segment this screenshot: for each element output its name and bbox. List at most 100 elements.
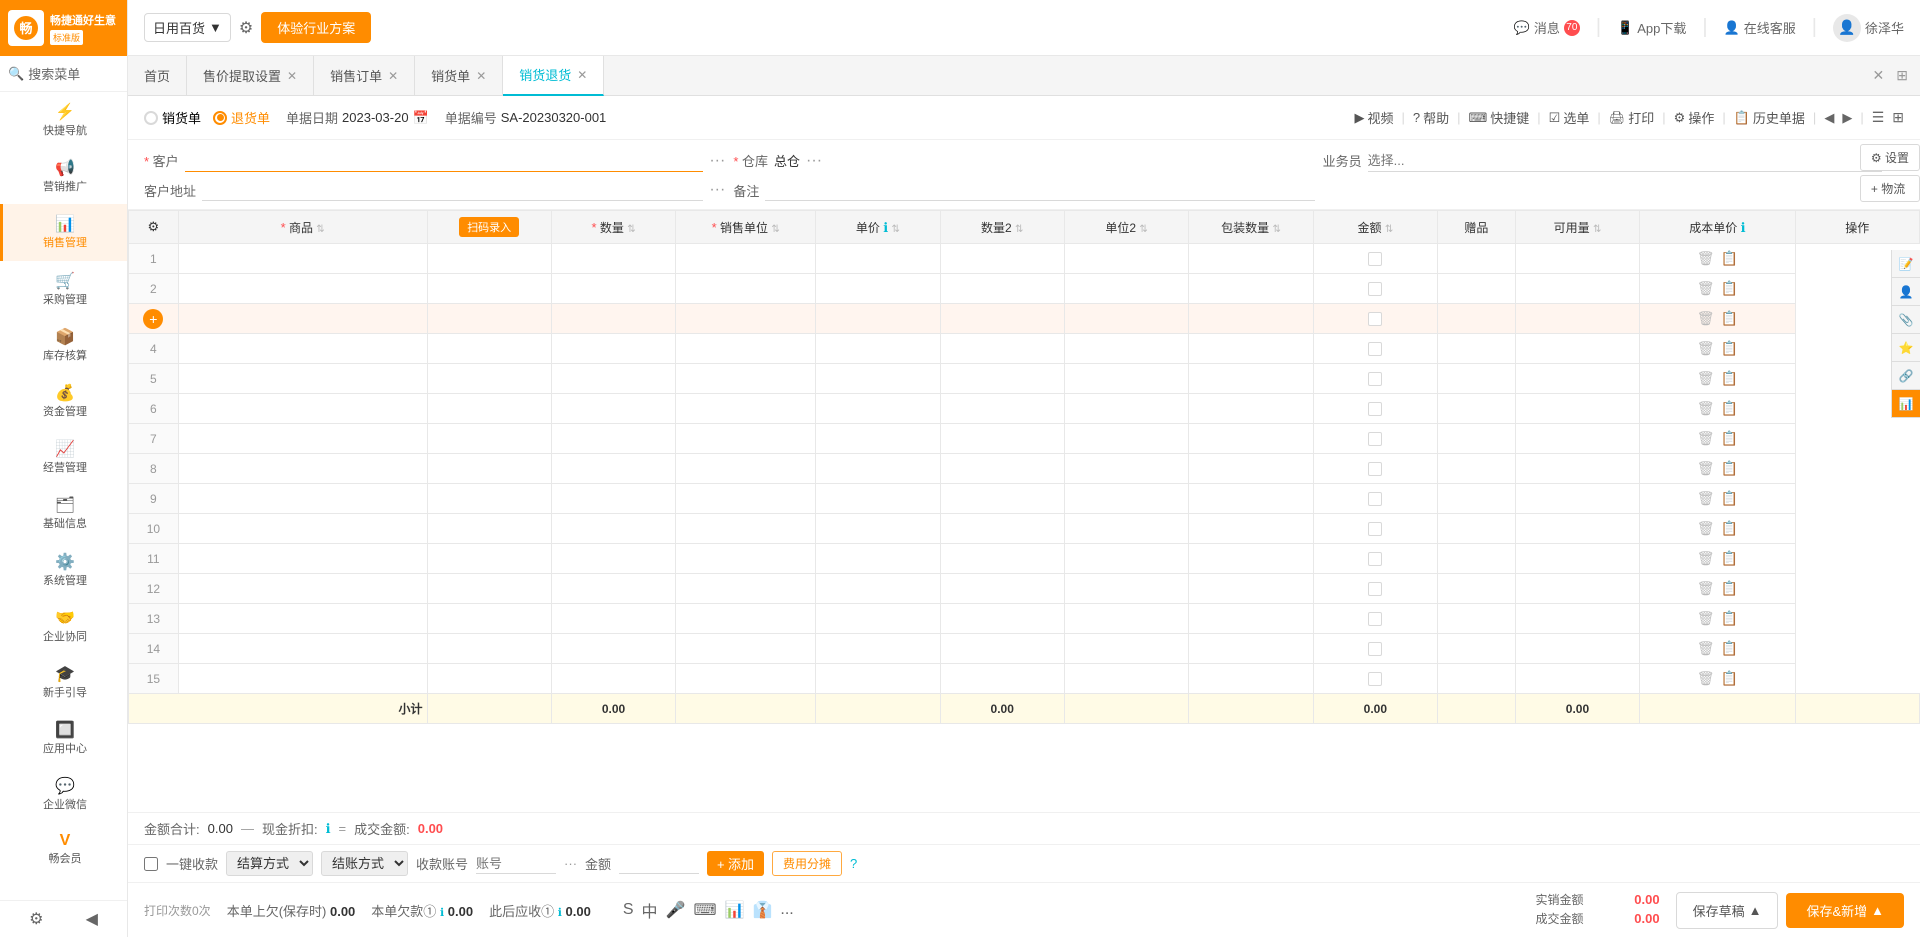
tab-sales-return[interactable]: 销货退货 ✕ bbox=[503, 56, 604, 96]
available-sort-icon[interactable]: ⇅ bbox=[1593, 224, 1601, 235]
copy-icon-1[interactable]: 📋 bbox=[1721, 250, 1738, 267]
side-panel-item-5[interactable]: 🔗 bbox=[1892, 362, 1920, 390]
industry-select[interactable]: 日用百货 ▼ bbox=[144, 13, 231, 42]
tab-layout-icon[interactable]: ⊞ bbox=[1892, 65, 1912, 86]
tool2-icon[interactable]: 🎤 bbox=[666, 900, 686, 920]
sidebar-item-basic[interactable]: 🗂 基础信息 bbox=[0, 485, 127, 541]
unit-price-cell-6[interactable] bbox=[676, 394, 816, 424]
copy-icon-4[interactable]: 📋 bbox=[1721, 340, 1738, 357]
amount-cell-9[interactable] bbox=[1189, 484, 1313, 514]
toolbar-help[interactable]: ? 帮助 bbox=[1413, 108, 1449, 127]
cost-price-cell-11[interactable] bbox=[1515, 544, 1639, 574]
cost-price-cell-2[interactable] bbox=[1515, 274, 1639, 304]
amount-cell-4[interactable] bbox=[1189, 334, 1313, 364]
unit2-cell-13[interactable] bbox=[940, 604, 1064, 634]
gift-checkbox-3[interactable] bbox=[1368, 312, 1382, 326]
qty2-cell-1[interactable] bbox=[816, 244, 940, 274]
qty2-cell-3[interactable] bbox=[816, 304, 940, 334]
discount-info-icon[interactable]: ℹ bbox=[326, 821, 331, 837]
gift-cell-4[interactable] bbox=[1313, 334, 1437, 364]
product-sort-icon[interactable]: ⇅ bbox=[316, 224, 324, 235]
sidebar-item-operations[interactable]: 📈 经营管理 bbox=[0, 429, 127, 485]
gift-checkbox-6[interactable] bbox=[1368, 402, 1382, 416]
column-settings-icon[interactable]: ⚙ bbox=[148, 219, 160, 234]
unit-price-cell-11[interactable] bbox=[676, 544, 816, 574]
product-cell-15[interactable] bbox=[178, 664, 427, 694]
gift-cell-2[interactable] bbox=[1313, 274, 1437, 304]
delete-icon-11[interactable]: 🗑 bbox=[1697, 550, 1715, 567]
qty2-sort-icon[interactable]: ⇅ bbox=[1015, 224, 1023, 235]
product-cell-2[interactable] bbox=[178, 274, 427, 304]
unit-price-cell-12[interactable] bbox=[676, 574, 816, 604]
unit2-cell-1[interactable] bbox=[940, 244, 1064, 274]
sidebar-item-apps[interactable]: 🔲 应用中心 bbox=[0, 710, 127, 766]
cost-info-icon[interactable]: ℹ bbox=[1741, 220, 1746, 235]
unit-price-cell-5[interactable] bbox=[676, 364, 816, 394]
amount-cell-8[interactable] bbox=[1189, 454, 1313, 484]
available-cell-4[interactable] bbox=[1438, 334, 1516, 364]
delete-icon-5[interactable]: 🗑 bbox=[1697, 370, 1715, 387]
side-panel-item-2[interactable]: 👤 bbox=[1892, 278, 1920, 306]
qty2-cell-12[interactable] bbox=[816, 574, 940, 604]
qty2-cell-8[interactable] bbox=[816, 454, 940, 484]
qty2-cell-11[interactable] bbox=[816, 544, 940, 574]
copy-icon-6[interactable]: 📋 bbox=[1721, 400, 1738, 417]
product-cell-9[interactable] bbox=[178, 484, 427, 514]
available-cell-12[interactable] bbox=[1438, 574, 1516, 604]
cost-price-cell-8[interactable] bbox=[1515, 454, 1639, 484]
price-sort-icon[interactable]: ⇅ bbox=[891, 224, 899, 235]
user-profile[interactable]: 👤 徐泽华 bbox=[1833, 14, 1904, 42]
amount-cell-12[interactable] bbox=[1189, 574, 1313, 604]
gift-checkbox-10[interactable] bbox=[1368, 522, 1382, 536]
sales-unit-cell-2[interactable] bbox=[551, 274, 675, 304]
copy-icon-12[interactable]: 📋 bbox=[1721, 580, 1738, 597]
settings-btn[interactable]: ⚙ 设置 bbox=[1860, 144, 1920, 171]
qty-cell-6[interactable] bbox=[427, 394, 551, 424]
amount-cell-14[interactable] bbox=[1189, 634, 1313, 664]
pack-qty-cell-1[interactable] bbox=[1064, 244, 1188, 274]
gift-cell-12[interactable] bbox=[1313, 574, 1437, 604]
delete-icon-14[interactable]: 🗑 bbox=[1697, 640, 1715, 657]
radio-delivery[interactable]: 销货单 bbox=[144, 108, 201, 127]
product-cell-13[interactable] bbox=[178, 604, 427, 634]
sidebar-item-enterprise[interactable]: 🤝 企业协同 bbox=[0, 598, 127, 654]
copy-icon-8[interactable]: 📋 bbox=[1721, 460, 1738, 477]
qty2-cell-13[interactable] bbox=[816, 604, 940, 634]
available-cell-11[interactable] bbox=[1438, 544, 1516, 574]
product-cell-11[interactable] bbox=[178, 544, 427, 574]
sidebar-search[interactable]: 🔍 搜索菜单 bbox=[0, 56, 127, 92]
unit-price-cell-15[interactable] bbox=[676, 664, 816, 694]
unit-price-cell-10[interactable] bbox=[676, 514, 816, 544]
qty2-cell-9[interactable] bbox=[816, 484, 940, 514]
qty-cell-4[interactable] bbox=[427, 334, 551, 364]
gift-checkbox-5[interactable] bbox=[1368, 372, 1382, 386]
amount-cell-2[interactable] bbox=[1189, 274, 1313, 304]
delete-icon-13[interactable]: 🗑 bbox=[1697, 610, 1715, 627]
address-picker-icon[interactable]: ··· bbox=[709, 181, 725, 199]
add-row-btn[interactable]: + bbox=[143, 309, 163, 329]
unit2-cell-9[interactable] bbox=[940, 484, 1064, 514]
summary-method-select[interactable]: 结账方式 bbox=[321, 851, 408, 876]
qty-cell-12[interactable] bbox=[427, 574, 551, 604]
gift-cell-8[interactable] bbox=[1313, 454, 1437, 484]
sidebar-settings-icon[interactable]: ⚙ bbox=[29, 909, 43, 929]
price-info-icon[interactable]: ℹ bbox=[883, 220, 888, 235]
pack-qty-cell-5[interactable] bbox=[1064, 364, 1188, 394]
qty-sort-icon[interactable]: ⇅ bbox=[627, 224, 635, 235]
copy-icon-14[interactable]: 📋 bbox=[1721, 640, 1738, 657]
unit2-cell-3[interactable] bbox=[940, 304, 1064, 334]
copy-icon-5[interactable]: 📋 bbox=[1721, 370, 1738, 387]
pack-qty-cell-14[interactable] bbox=[1064, 634, 1188, 664]
unit-price-cell-1[interactable] bbox=[676, 244, 816, 274]
unit-price-cell-8[interactable] bbox=[676, 454, 816, 484]
qty2-cell-14[interactable] bbox=[816, 634, 940, 664]
add-payment-btn[interactable]: + 添加 bbox=[707, 851, 764, 876]
pack-qty-cell-4[interactable] bbox=[1064, 334, 1188, 364]
delete-icon-7[interactable]: 🗑 bbox=[1697, 430, 1715, 447]
delete-icon-3[interactable]: 🗑 bbox=[1697, 310, 1715, 327]
gift-checkbox-2[interactable] bbox=[1368, 282, 1382, 296]
unit2-cell-12[interactable] bbox=[940, 574, 1064, 604]
qty-cell-10[interactable] bbox=[427, 514, 551, 544]
qty-cell-14[interactable] bbox=[427, 634, 551, 664]
tab-home[interactable]: 首页 bbox=[128, 56, 187, 96]
